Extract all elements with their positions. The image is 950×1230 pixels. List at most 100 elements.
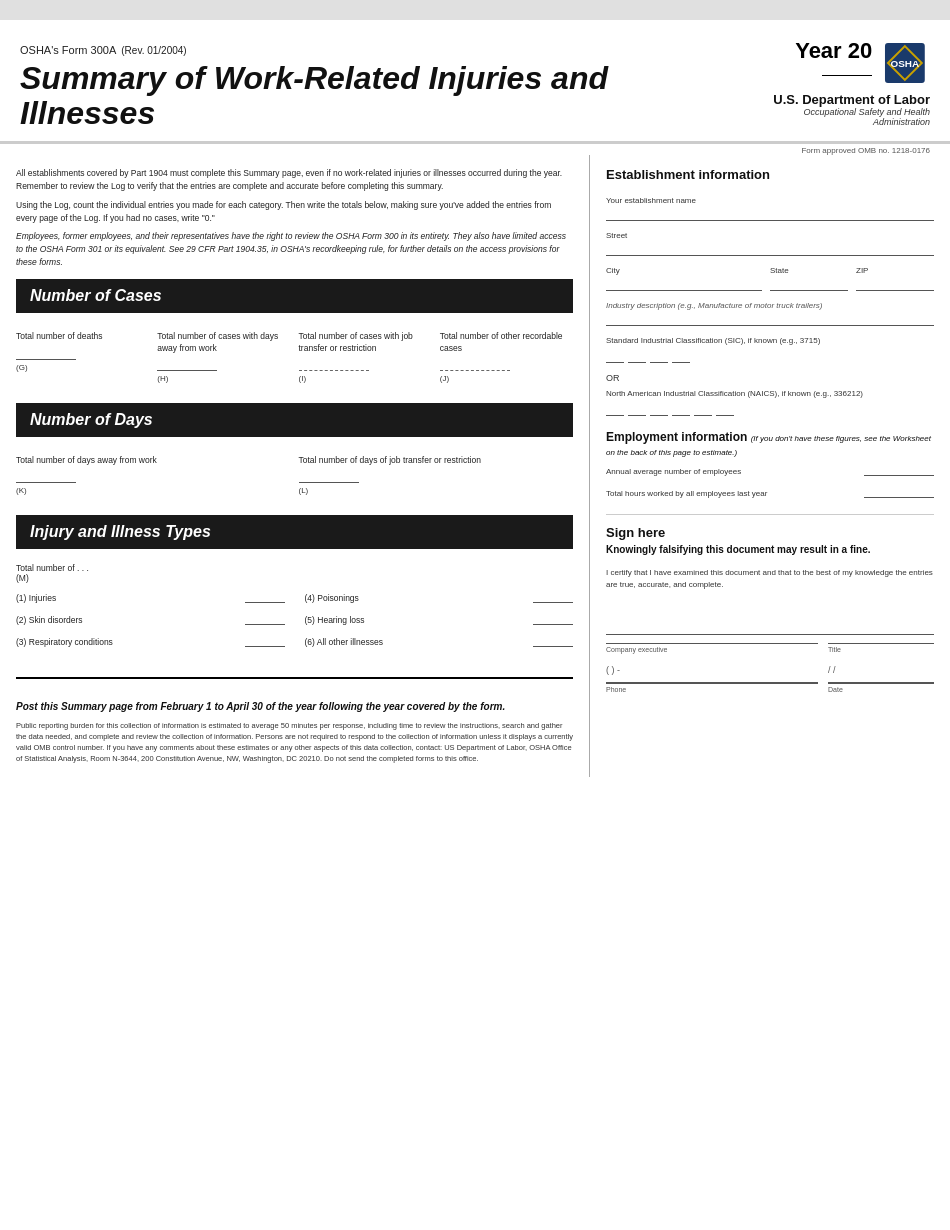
case-field-g[interactable] — [16, 359, 76, 360]
sign-divider — [606, 514, 934, 515]
sign-warning: Knowingly falsifying this document may r… — [606, 544, 934, 555]
day-label-k: Total number of days away from work — [16, 455, 283, 467]
illness-col-left: (1) Injuries (2) Skin disorders — [16, 591, 285, 657]
title-field: Title — [828, 643, 934, 653]
case-label-g: Total number of deaths — [16, 331, 141, 343]
sic-box-1[interactable] — [606, 349, 624, 363]
case-label-j: Total number of other recordable cases — [440, 331, 565, 355]
employment-title: Employment information (If you don't hav… — [606, 430, 934, 458]
illness-num-5: (5) — [305, 615, 315, 625]
sic-box-2[interactable] — [628, 349, 646, 363]
intro-p3: Employees, former employees, and their r… — [16, 231, 566, 267]
day-field-l[interactable] — [299, 482, 359, 483]
case-col-i: Total number of cases with job transfer … — [291, 331, 432, 385]
estab-name-group: Your establishment name — [606, 196, 934, 221]
estab-street-group: Street — [606, 231, 934, 256]
cases-grid: Total number of deaths (G) Total number … — [16, 323, 573, 393]
naics-box-4[interactable] — [672, 402, 690, 416]
case-field-h[interactable] — [157, 370, 217, 371]
sic-label: Standard Industrial Classification (SIC)… — [606, 336, 934, 345]
naics-box-5[interactable] — [694, 402, 712, 416]
header: OSHA's Form 300A (Rev. 01/2004) Summary … — [0, 20, 950, 144]
industry-label: Industry description (e.g., Manufacture … — [606, 301, 934, 310]
estab-name-label: Your establishment name — [606, 196, 934, 205]
exec-field: Company executive — [606, 643, 818, 653]
estab-street-field[interactable] — [606, 242, 934, 256]
illness-section: Total number of . . . (M) (1) Injuries — [16, 559, 573, 661]
zip-label: ZIP — [856, 266, 934, 275]
naics-box-2[interactable] — [628, 402, 646, 416]
footer-text: Public reporting burden for this collect… — [16, 720, 573, 765]
illness-num-6: (6) — [305, 637, 315, 647]
illness-item-6: (6) All other illnesses — [305, 635, 574, 647]
right-section: Establishment information Your establish… — [590, 155, 950, 776]
left-section: All establishments covered by Part 1904 … — [0, 155, 590, 776]
day-code-l: (L) — [299, 485, 566, 496]
sic-box-4[interactable] — [672, 349, 690, 363]
naics-group: North American Industrial Classification… — [606, 389, 934, 416]
footer-note: Post this Summary page from February 1 t… — [16, 701, 573, 712]
osha-logo-icon: OSHA — [880, 38, 930, 88]
omb-text: Form approved OMB no. 1218-0176 — [0, 144, 950, 155]
illness-item-5: (5) Hearing loss — [305, 613, 574, 625]
illness-item-2: (2) Skin disorders — [16, 613, 285, 625]
illness-field-5[interactable] — [533, 613, 573, 625]
case-field-j[interactable] — [440, 370, 510, 371]
date-label: Date — [828, 683, 934, 693]
form-name: OSHA's Form 300A (Rev. 01/2004) — [20, 38, 746, 59]
illness-label-1: Injuries — [29, 593, 56, 603]
naics-box-6[interactable] — [716, 402, 734, 416]
illness-field-1[interactable] — [245, 591, 285, 603]
signature-field[interactable] — [606, 611, 934, 635]
estab-name-field[interactable] — [606, 207, 934, 221]
case-label-i: Total number of cases with job transfer … — [299, 331, 424, 355]
city-field-input[interactable] — [606, 277, 762, 291]
naics-boxes — [606, 402, 934, 416]
days-header: Number of Days — [16, 403, 573, 437]
illness-header: Injury and Illness Types — [16, 515, 573, 549]
illness-item-3: (3) Respiratory conditions — [16, 635, 285, 647]
illness-item-4: (4) Poisonings — [305, 591, 574, 603]
page: OSHA's Form 300A (Rev. 01/2004) Summary … — [0, 20, 950, 1230]
title-label: Title — [828, 643, 934, 653]
illness-field-6[interactable] — [533, 635, 573, 647]
sic-box-3[interactable] — [650, 349, 668, 363]
total-hours-label: Total hours worked by all employees last… — [606, 489, 864, 498]
day-code-k: (K) — [16, 485, 283, 496]
zip-field-input[interactable] — [856, 277, 934, 291]
estab-title: Establishment information — [606, 167, 934, 182]
case-code-g: (G) — [16, 362, 141, 373]
state-field-input[interactable] — [770, 277, 848, 291]
illness-grid: (1) Injuries (2) Skin disorders — [16, 591, 573, 657]
phone-label: Phone — [606, 683, 818, 693]
header-right: Year 20 OSHA U.S. Department of Labor Oc… — [746, 38, 930, 127]
naics-box-1[interactable] — [606, 402, 624, 416]
illness-field-4[interactable] — [533, 591, 573, 603]
sign-certify: I certify that I have examined this docu… — [606, 567, 934, 591]
annual-emp-label: Annual average number of employees — [606, 467, 864, 476]
case-col-h: Total number of cases with days away fro… — [149, 331, 290, 385]
day-field-k[interactable] — [16, 482, 76, 483]
phone-value[interactable]: ( ) - — [606, 665, 818, 683]
illness-total-field: (M) — [16, 573, 29, 583]
industry-field[interactable] — [606, 312, 934, 326]
form-rev: (Rev. 01/2004) — [121, 45, 186, 56]
state-label: State — [770, 266, 848, 275]
naics-box-3[interactable] — [650, 402, 668, 416]
case-col-g: Total number of deaths (G) — [16, 331, 149, 385]
illness-total-label: Total number of . . . — [16, 563, 89, 573]
case-code-j: (J) — [440, 373, 565, 384]
total-hours-field[interactable] — [864, 484, 934, 498]
date-field: / / Date — [828, 665, 934, 693]
illness-field-3[interactable] — [245, 635, 285, 647]
illness-field-2[interactable] — [245, 613, 285, 625]
sign-section: Sign here Knowingly falsifying this docu… — [606, 514, 934, 693]
illness-label-4: Poisonings — [317, 593, 359, 603]
case-code-i: (I) — [299, 373, 424, 384]
date-value[interactable]: / / — [828, 665, 934, 683]
exec-title-row: Company executive Title — [606, 643, 934, 653]
intro-p2: Using the Log, count the individual entr… — [16, 199, 573, 225]
case-field-i[interactable] — [299, 370, 369, 371]
annual-emp-field[interactable] — [864, 462, 934, 476]
exec-label: Company executive — [606, 643, 818, 653]
